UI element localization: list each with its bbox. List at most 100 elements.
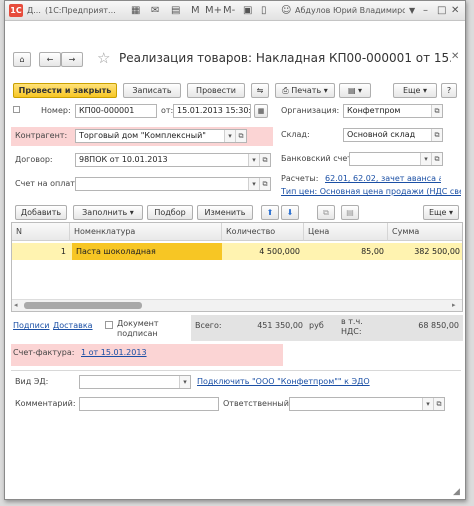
arrow-right-icon: → [68, 55, 76, 64]
post-checkbox[interactable] [13, 106, 20, 113]
table-row[interactable]: 1 Паста шоколадная 4 500,000 85,00 382 5… [12, 243, 462, 260]
table-icon[interactable]: ▤ [171, 4, 180, 17]
open-icon[interactable]: ⧉ [235, 130, 246, 142]
comment-field[interactable] [79, 397, 219, 411]
dropdown-icon[interactable]: ▾ [422, 398, 433, 410]
selection-button[interactable]: Подбор [147, 205, 193, 220]
open-icon[interactable]: ⧉ [259, 178, 270, 190]
counterparty-field[interactable]: Торговый дом "Комплексный" ▾ ⧉ [75, 129, 247, 143]
fill-button[interactable]: Заполнить ▾ [73, 205, 143, 220]
home-button[interactable]: ⌂ [13, 52, 31, 67]
reports-button[interactable]: ▤ ▾ [339, 83, 371, 98]
price-type-link[interactable]: Тип цен: Основная цена продажи (НДС свер… [281, 185, 461, 199]
cell-sum[interactable]: 382 500,00 [388, 243, 462, 260]
open-icon[interactable]: ⧉ [431, 129, 442, 141]
user-name[interactable]: Абдулов Юрий Владимирович [295, 4, 405, 17]
print-label: Печать [291, 86, 322, 95]
contract-value: 98ПОК от 10.01.2013 [79, 155, 168, 164]
open-icon[interactable]: ⧉ [431, 105, 442, 117]
title-bar: 1С Д... (1С:Предприят... ▦ ✉ ▤ M M+ M- ▣… [5, 1, 465, 21]
copy-button[interactable]: ⧉ [317, 205, 335, 220]
column-header-price[interactable]: Цена [304, 223, 388, 241]
calendar-picker-button[interactable]: ▦ [254, 104, 268, 118]
help-icon: ? [446, 86, 452, 95]
responsible-field[interactable]: ▾ ⧉ [289, 397, 445, 411]
dropdown-icon[interactable]: ▾ [248, 154, 259, 166]
move-down-button[interactable]: ⬇ [281, 205, 299, 220]
warehouse-value: Основной склад [347, 130, 416, 139]
dropdown-icon[interactable]: ▾ [179, 376, 190, 388]
post-button[interactable]: Провести [187, 83, 245, 98]
horizontal-scrollbar[interactable]: ◂ ▸ [12, 299, 462, 311]
counterparty-value: Торговый дом "Комплексный" [79, 131, 206, 140]
mail-icon[interactable]: ✉ [151, 4, 159, 17]
column-header-n[interactable]: N [12, 223, 70, 241]
open-icon[interactable]: ⧉ [433, 398, 444, 410]
window-close-icon[interactable]: ✕ [451, 51, 459, 62]
minimize-icon[interactable]: – [423, 4, 428, 17]
post-and-close-button[interactable]: Провести и закрыть [13, 83, 117, 98]
scrollbar-thumb[interactable] [24, 302, 142, 309]
signatures-link[interactable]: Подписи [13, 319, 49, 333]
scroll-left-icon[interactable]: ◂ [14, 301, 18, 309]
warehouse-field[interactable]: Основной склад ⧉ [343, 128, 443, 142]
date-label: от: [161, 106, 174, 115]
move-up-button[interactable]: ⬆ [261, 205, 279, 220]
signed-checkbox[interactable] [105, 321, 113, 329]
delivery-link[interactable]: Доставка [53, 319, 93, 333]
menu-icon[interactable]: ▼ [409, 4, 415, 17]
memory-icon[interactable]: M [191, 4, 200, 17]
column-header-item[interactable]: Номенклатура [70, 223, 222, 241]
calculator-icon[interactable]: ▣ [243, 4, 252, 17]
dropdown-icon[interactable]: ▾ [248, 178, 259, 190]
maximize-icon[interactable]: □ [437, 4, 446, 17]
total-value: 451 350,00 [257, 321, 303, 330]
warehouse-label: Склад: [281, 130, 310, 139]
memory-minus-icon[interactable]: M- [223, 4, 235, 17]
invoice-link[interactable]: 1 от 15.01.2013 [81, 346, 147, 360]
paste-button[interactable]: ▤ [341, 205, 359, 220]
ed-type-field[interactable]: ▾ [79, 375, 191, 389]
connect-edo-link[interactable]: Подключить "ООО "Конфетпром"" к ЭДО [197, 375, 370, 389]
invoice-for-payment-field[interactable]: ▾ ⧉ [75, 177, 271, 191]
app-short-title: Д... [27, 6, 41, 15]
number-field[interactable]: КП00-000001 [75, 104, 157, 118]
scroll-right-icon[interactable]: ▸ [452, 301, 456, 309]
print-button[interactable]: ⎙ Печать ▾ [275, 83, 335, 98]
page-title: Реализация товаров: Накладная КП00-00000… [119, 51, 451, 65]
calendar-icon[interactable]: ▦ [131, 4, 140, 17]
user-icon: ☺ [281, 5, 292, 16]
structure-icon: ⇋ [256, 86, 264, 95]
open-icon[interactable]: ⧉ [431, 153, 442, 165]
contract-field[interactable]: 98ПОК от 10.01.2013 ▾ ⧉ [75, 153, 271, 167]
cell-price[interactable]: 85,00 [304, 243, 388, 260]
table-more-button[interactable]: Еще ▾ [423, 205, 459, 220]
open-icon[interactable]: ⧉ [259, 154, 270, 166]
document-structure-button[interactable]: ⇋ [251, 83, 269, 98]
bank-account-field[interactable]: ▾ ⧉ [349, 152, 443, 166]
memory-plus-icon[interactable]: M+ [205, 4, 222, 17]
contract-label: Договор: [15, 155, 53, 164]
dropdown-icon[interactable]: ▾ [420, 153, 431, 165]
date-field[interactable]: 15.01.2013 15:30:00 [173, 104, 251, 118]
book-icon[interactable]: ▯ [261, 4, 267, 17]
favorite-star-icon[interactable]: ☆ [97, 49, 110, 67]
column-header-quantity[interactable]: Количество [222, 223, 304, 241]
settlements-link[interactable]: 62.01, 62.02, зачет аванса а... [325, 172, 441, 186]
back-button[interactable]: ← [39, 52, 61, 67]
cell-quantity[interactable]: 4 500,000 [222, 243, 304, 260]
resize-grip-icon[interactable]: ◢ [453, 487, 460, 497]
forward-button[interactable]: → [61, 52, 83, 67]
help-button[interactable]: ? [441, 83, 457, 98]
add-row-button[interactable]: Добавить [15, 205, 67, 220]
more-button[interactable]: Еще ▾ [393, 83, 437, 98]
goods-table[interactable]: N Номенклатура Количество Цена Сумма 1 П… [11, 222, 463, 312]
dropdown-icon[interactable]: ▾ [224, 130, 235, 142]
cell-item[interactable]: Паста шоколадная [72, 243, 222, 260]
column-header-sum[interactable]: Сумма [388, 223, 462, 241]
change-button[interactable]: Изменить [197, 205, 253, 220]
organization-field[interactable]: Конфетпром ⧉ [343, 104, 443, 118]
save-button[interactable]: Записать [123, 83, 181, 98]
signed-label: Документ подписан [117, 319, 159, 338]
close-icon[interactable]: ✕ [451, 4, 459, 17]
